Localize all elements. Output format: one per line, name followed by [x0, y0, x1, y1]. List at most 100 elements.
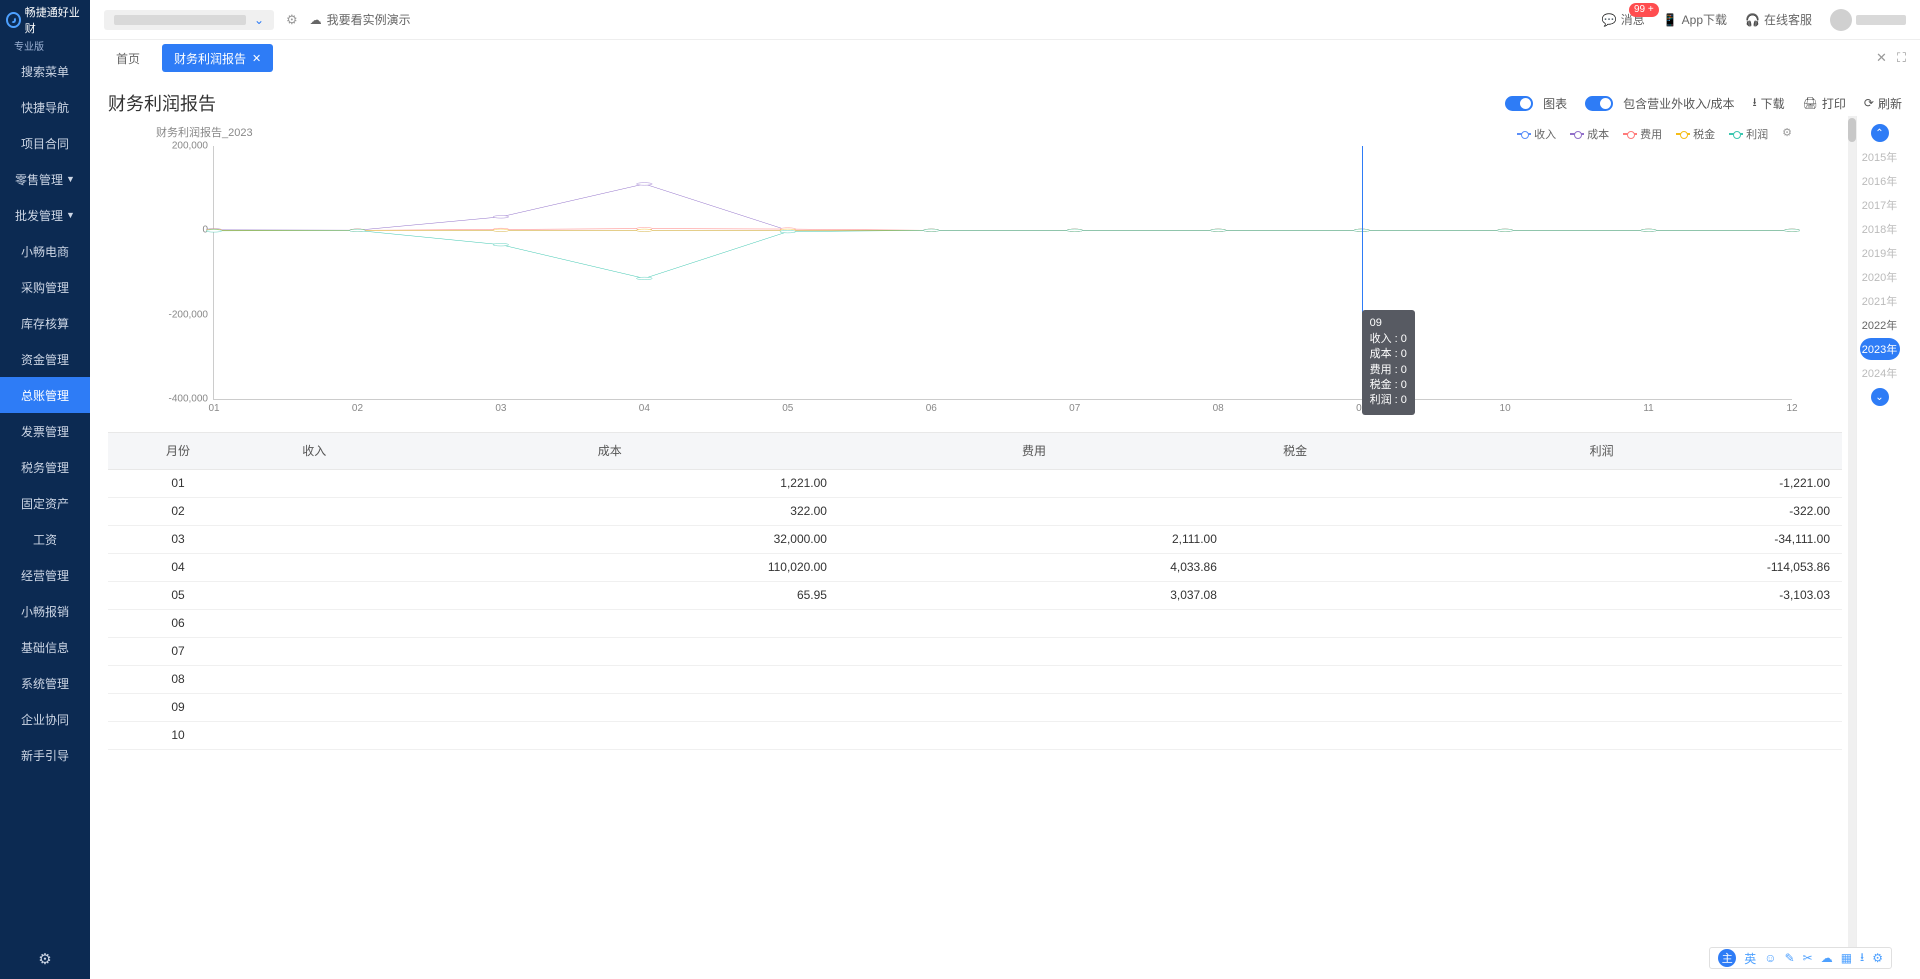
table-row: 0332,000.002,111.00-34,111.00 [108, 525, 1842, 553]
year-up-button[interactable]: ⌃ [1871, 124, 1889, 142]
ime-smile-icon[interactable]: ☺ [1764, 951, 1776, 965]
tab-home[interactable]: 首页 [104, 44, 152, 72]
sidebar-item-19[interactable]: 新手引导 [0, 737, 90, 773]
demo-link[interactable]: ☁ 我要看实例演示 [310, 11, 411, 28]
sidebar-item-0[interactable]: 搜索菜单 [0, 53, 90, 89]
sidebar-item-6[interactable]: 采购管理 [0, 269, 90, 305]
legend-item-成本[interactable]: 成本 [1570, 126, 1609, 142]
sidebar-item-12[interactable]: 固定资产 [0, 485, 90, 521]
ime-gear-icon[interactable]: ⚙ [1872, 951, 1883, 965]
ime-download-icon[interactable]: ⭳ [1860, 948, 1864, 969]
year-button[interactable]: 2022年 [1860, 314, 1900, 336]
table-cell: 10 [108, 721, 248, 749]
chart[interactable]: 财务利润报告_2023 收入成本费用 税金利润 ⚙ 200,0000-200,000… [108, 124, 1842, 424]
org-name [114, 15, 246, 25]
sidebar-item-4[interactable]: 批发管理▼ [0, 197, 90, 233]
toggle-switch[interactable] [1505, 96, 1533, 111]
sidebar-item-5[interactable]: 小畅电商 [0, 233, 90, 269]
sidebar-item-16[interactable]: 基础信息 [0, 629, 90, 665]
sidebar-item-label: 税务管理 [21, 459, 69, 476]
table-cell [839, 497, 1229, 525]
ime-cloud-icon[interactable]: ☁ [1821, 951, 1833, 965]
year-down-button[interactable]: ⌄ [1871, 388, 1889, 406]
legend-item-税金[interactable]: 税金 [1676, 126, 1715, 142]
year-button[interactable]: 2015年 [1860, 146, 1900, 168]
sidebar-item-13[interactable]: 工资 [0, 521, 90, 557]
table-cell [248, 609, 380, 637]
table-row: 06 [108, 609, 1842, 637]
ime-edit-icon[interactable]: ✎ [1785, 951, 1795, 965]
toggle-chart[interactable]: 图表 [1505, 95, 1567, 112]
close-icon[interactable]: ✕ [252, 52, 261, 65]
topbar-user[interactable] [1830, 9, 1906, 31]
data-table: 月份收入成本费用税金利润 011,221.00-1,221.0002322.00… [108, 432, 1842, 965]
toggle-switch[interactable] [1585, 96, 1613, 111]
sidebar-item-11[interactable]: 税务管理 [0, 449, 90, 485]
table-cell [839, 609, 1229, 637]
brand-name: 畅捷通好业财 [25, 4, 84, 36]
sidebar-item-1[interactable]: 快捷导航 [0, 89, 90, 125]
toggle-extra[interactable]: 包含营业外收入/成本 [1585, 95, 1734, 112]
year-button[interactable]: 2024年 [1860, 362, 1900, 384]
table-cell: 08 [108, 665, 248, 693]
topbar-service[interactable]: 🎧 在线客服 [1745, 11, 1812, 28]
sidebar-settings[interactable]: ⚙ [0, 939, 90, 979]
brand-logo[interactable]: 畅捷通好业财 [0, 0, 90, 40]
legend-marker [1517, 133, 1531, 135]
ime-grid-icon[interactable]: ▦ [1841, 951, 1852, 965]
sidebar-item-10[interactable]: 发票管理 [0, 413, 90, 449]
table-body: 011,221.00-1,221.0002322.00-322.000332,0… [108, 469, 1842, 749]
ime-bar[interactable]: 主 英 ☺ ✎ ✂ ☁ ▦ ⭳ ⚙ [1709, 947, 1892, 969]
print-label: 打印 [1822, 95, 1846, 112]
sidebar-item-label: 基础信息 [21, 639, 69, 656]
year-button[interactable]: 2016年 [1860, 170, 1900, 192]
legend-item-收入[interactable]: 收入 [1517, 126, 1556, 142]
ime-scissors-icon[interactable]: ✂ [1803, 951, 1813, 965]
table-cell [839, 637, 1229, 665]
sidebar-item-15[interactable]: 小畅报销 [0, 593, 90, 629]
table-cell [1229, 637, 1361, 665]
topbar-messages[interactable]: 💬 消息 99 + [1602, 11, 1645, 28]
print-button[interactable]: 🖨 打印 [1803, 95, 1846, 112]
table-cell [1229, 553, 1361, 581]
sidebar-item-label: 经营管理 [21, 567, 69, 584]
chart-title: 财务利润报告_2023 [156, 124, 253, 140]
chart-plot[interactable]: 200,0000-200,000-400,0000102030405060708… [213, 146, 1792, 400]
y-axis-label: -200,000 [169, 309, 214, 320]
scrollbar-thumb[interactable] [1848, 118, 1856, 142]
year-button[interactable]: 2023年 [1860, 338, 1900, 360]
topbar-download[interactable]: 📱 App下载 [1663, 11, 1727, 28]
year-button[interactable]: 2020年 [1860, 266, 1900, 288]
legend-item-利润[interactable]: 利润 [1729, 126, 1768, 142]
user-name [1856, 15, 1906, 25]
brand-edition: 专业版 [0, 38, 90, 53]
year-button[interactable]: 2017年 [1860, 194, 1900, 216]
org-selector[interactable]: ⌄ [104, 10, 274, 30]
close-all-icon[interactable]: ✕ [1876, 50, 1887, 66]
table-row: 09 [108, 693, 1842, 721]
table-header-row: 月份收入成本费用税金利润 [108, 433, 1842, 469]
refresh-button[interactable]: ⟳ 刷新 [1864, 95, 1902, 112]
year-button[interactable]: 2018年 [1860, 218, 1900, 240]
year-button[interactable]: 2019年 [1860, 242, 1900, 264]
sidebar-item-18[interactable]: 企业协同 [0, 701, 90, 737]
legend-label: 税金 [1693, 126, 1715, 142]
gear-icon[interactable]: ⚙ [286, 12, 298, 28]
fullscreen-icon[interactable]: ⛶ [1897, 50, 1906, 66]
sidebar-item-17[interactable]: 系统管理 [0, 665, 90, 701]
year-button[interactable]: 2021年 [1860, 290, 1900, 312]
legend-settings-icon[interactable]: ⚙ [1782, 126, 1792, 142]
sidebar-item-8[interactable]: 资金管理 [0, 341, 90, 377]
download-button[interactable]: ⭳ 下载 [1752, 93, 1784, 114]
tab-report[interactable]: 财务利润报告 ✕ [162, 44, 273, 72]
sidebar-item-7[interactable]: 库存核算 [0, 305, 90, 341]
sidebar-item-14[interactable]: 经营管理 [0, 557, 90, 593]
tab-home-label: 首页 [116, 50, 140, 67]
sidebar-item-label: 小畅报销 [21, 603, 69, 620]
sidebar-item-3[interactable]: 零售管理▼ [0, 161, 90, 197]
scrollbar[interactable] [1848, 116, 1856, 965]
sidebar-item-2[interactable]: 项目合同 [0, 125, 90, 161]
sidebar-item-9[interactable]: 总账管理 [0, 377, 90, 413]
x-axis-label: 07 [1069, 399, 1080, 414]
legend-item-费用[interactable]: 费用 [1623, 126, 1662, 142]
